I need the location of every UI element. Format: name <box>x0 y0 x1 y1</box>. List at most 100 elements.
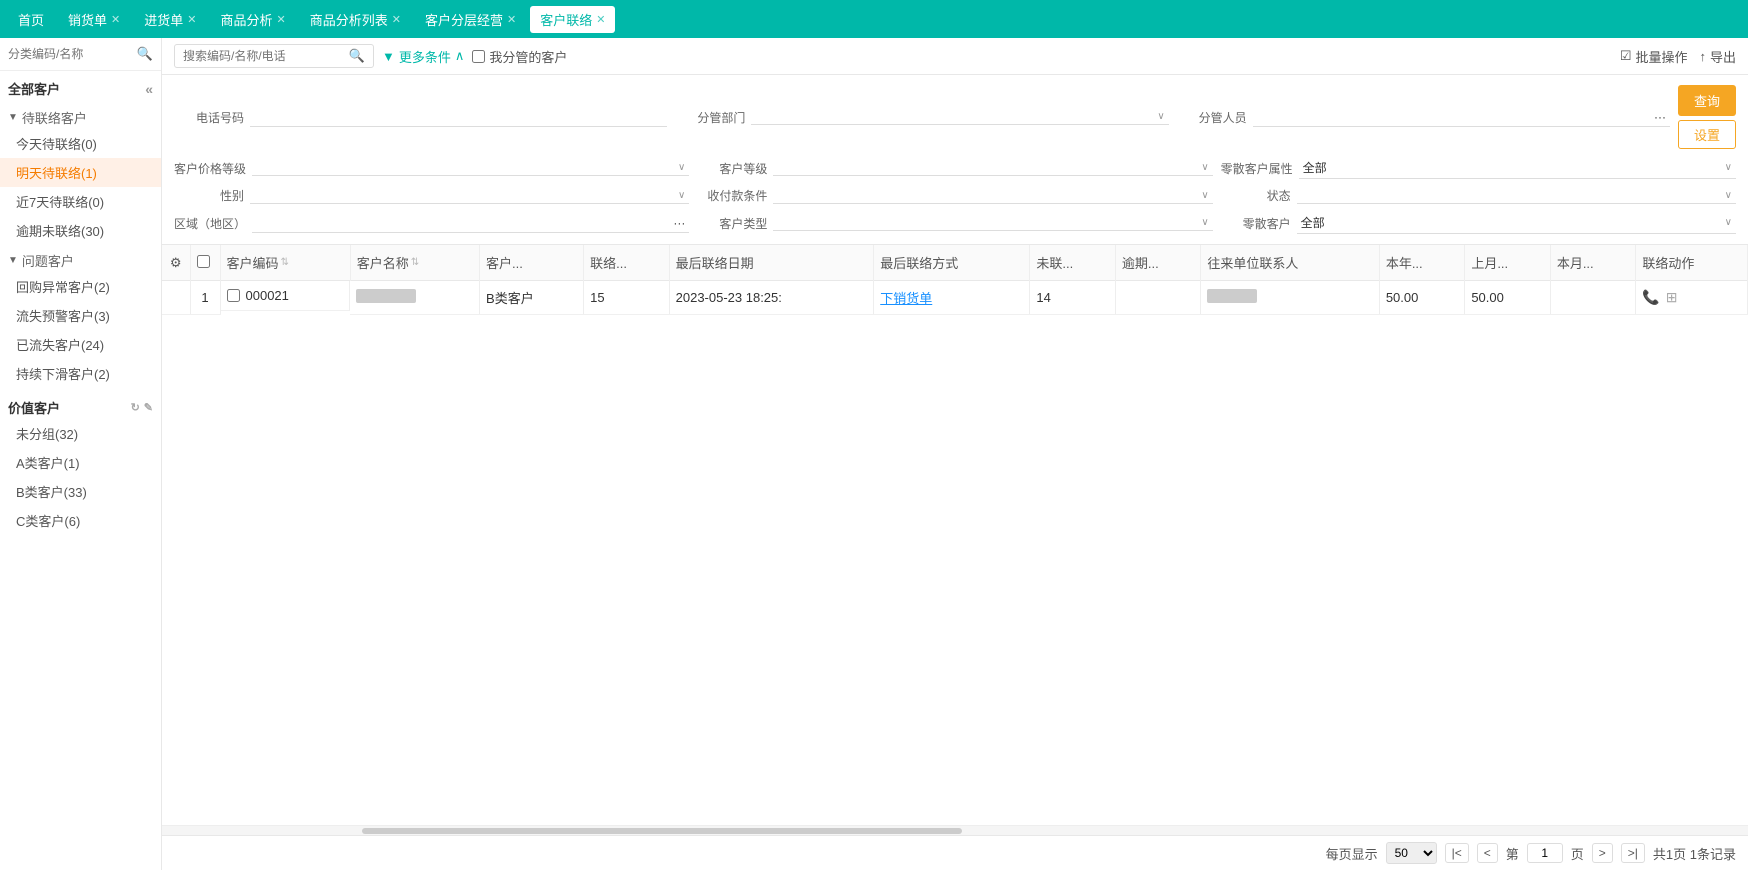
payment-select[interactable]: ∨ <box>773 188 1212 204</box>
next-page-btn[interactable]: > <box>1592 843 1613 863</box>
nav-product-analysis[interactable]: 商品分析 ✕ <box>210 6 295 33</box>
per-page-select[interactable]: 50 100 200 <box>1386 842 1437 864</box>
row-customer-name <box>350 281 479 315</box>
row-action-more-icon[interactable]: ⊞ <box>1666 289 1678 306</box>
col-last-month: 上月... <box>1465 245 1551 281</box>
sidebar-item-today[interactable]: 今天待联络(0) <box>0 129 161 158</box>
sidebar-group-value[interactable]: 价值客户 ↻ ✎ <box>0 392 161 419</box>
row-last-contact-method: 下销货单 <box>874 281 1030 315</box>
page-number-input[interactable] <box>1527 843 1563 863</box>
horizontal-scrollbar[interactable] <box>162 825 1748 835</box>
region-dots[interactable]: ··· <box>673 216 685 230</box>
batch-action-btn[interactable]: ☑ 批量操作 <box>1620 47 1688 66</box>
first-page-btn[interactable]: |< <box>1445 843 1469 863</box>
nav-purchase-order[interactable]: 进货单 ✕ <box>134 6 206 33</box>
row-this-month <box>1550 281 1636 315</box>
sidebar-item-tomorrow[interactable]: 明天待联络(1) <box>0 158 161 187</box>
prev-page-btn[interactable]: < <box>1477 843 1498 863</box>
sort-icon-name[interactable]: ⇅ <box>411 257 419 268</box>
sidebar-item-declining[interactable]: 持续下滑客户(2) <box>0 359 161 388</box>
scrollbar-thumb[interactable] <box>362 828 962 834</box>
filter-icon: ▼ <box>382 49 395 64</box>
region-select[interactable]: ··· <box>252 214 689 233</box>
filter-panel: 电话号码 分管部门 ∨ 分管人员 ··· <box>162 75 1748 245</box>
set-button[interactable]: 设置 <box>1678 120 1736 149</box>
row-checkbox[interactable] <box>227 289 240 302</box>
customer-type-select[interactable]: ∨ <box>773 215 1212 231</box>
sidebar-search-input[interactable] <box>8 47 133 61</box>
retail-attr-label: 零散客户属性 <box>1221 160 1293 177</box>
nav-customer-tiered[interactable]: 客户分层经营 ✕ <box>415 6 526 33</box>
manager-dots[interactable]: ··· <box>1654 110 1666 124</box>
my-customers-checkbox-label[interactable]: 我分管的客户 <box>472 47 567 66</box>
customer-level-select[interactable]: ∨ <box>773 160 1212 176</box>
nav-customer-contact[interactable]: 客户联络 ✕ <box>530 6 615 33</box>
retail-attr-select[interactable]: 全部 ∨ <box>1299 157 1736 179</box>
nav-home[interactable]: 首页 <box>8 6 54 33</box>
sidebar-group-problem[interactable]: ▼ 问题客户 <box>0 245 161 272</box>
sidebar-group-pending[interactable]: ▼ 待联络客户 <box>0 102 161 129</box>
query-button[interactable]: 查询 <box>1678 85 1736 116</box>
col-customer-name: 客户名称 ⇅ <box>350 245 479 281</box>
nav-product-analysis-list[interactable]: 商品分析列表 ✕ <box>300 6 411 33</box>
nav-close-purchase-order[interactable]: ✕ <box>187 13 196 26</box>
customer-level-label: 客户等级 <box>697 160 767 177</box>
phone-input[interactable] <box>250 108 667 127</box>
total-records: 共1页 1条记录 <box>1653 844 1736 863</box>
nav-sales-order[interactable]: 销货单 ✕ <box>58 6 130 33</box>
sidebar-item-abnormal-repurchase[interactable]: 回购异常客户(2) <box>0 272 161 301</box>
edit-value-icon[interactable]: ✎ <box>144 401 153 414</box>
status-label: 状态 <box>1221 187 1291 204</box>
filter-price-level: 客户价格等级 ∨ <box>174 160 689 177</box>
search-icon[interactable]: 🔍 <box>349 48 365 64</box>
sidebar-collapse-btn[interactable]: « <box>145 81 153 97</box>
sidebar-item-class-a[interactable]: A类客户(1) <box>0 448 161 477</box>
manager-select[interactable]: ··· <box>1253 108 1670 127</box>
price-level-label: 客户价格等级 <box>174 160 246 177</box>
sort-icon-code[interactable]: ⇅ <box>281 257 289 268</box>
gender-select[interactable]: ∨ <box>250 188 689 204</box>
row-action-phone-icon[interactable]: 📞 <box>1642 289 1659 306</box>
gender-chevron-icon: ∨ <box>678 190 685 201</box>
sidebar-item-class-b[interactable]: B类客户(33) <box>0 477 161 506</box>
row-num: 1 <box>190 281 220 315</box>
sidebar-item-overdue[interactable]: 逾期未联络(30) <box>0 216 161 245</box>
filter-region: 区域（地区） ··· <box>174 214 689 233</box>
price-level-select[interactable]: ∨ <box>252 160 689 176</box>
retail-customer-select[interactable]: 全部 ∨ <box>1297 212 1736 234</box>
gear-icon[interactable]: ⚙ <box>170 255 182 270</box>
row-contact-count: 15 <box>584 281 670 315</box>
filter-row-1: 电话号码 分管部门 ∨ 分管人员 ··· <box>174 85 1736 149</box>
status-select[interactable]: ∨ <box>1297 188 1736 204</box>
my-customers-checkbox[interactable] <box>472 50 485 63</box>
nav-close-customer-tiered[interactable]: ✕ <box>507 13 516 26</box>
filter-manager: 分管人员 ··· <box>1177 108 1670 127</box>
sidebar-item-class-c[interactable]: C类客户(6) <box>0 506 161 535</box>
dept-select[interactable]: ∨ <box>751 109 1168 125</box>
export-btn[interactable]: ↑ 导出 <box>1699 47 1736 66</box>
nav-close-product-analysis[interactable]: ✕ <box>277 13 286 26</box>
sidebar-item-churned[interactable]: 已流失客户(24) <box>0 330 161 359</box>
content-area: 🔍 ▼ 更多条件 ∧ 我分管的客户 ☑ 批量操作 ↑ 导出 <box>162 38 1748 870</box>
last-contact-method-link[interactable]: 下销货单 <box>880 291 932 306</box>
nav-close-customer-contact[interactable]: ✕ <box>596 13 605 26</box>
nav-close-sales-order[interactable]: ✕ <box>111 13 120 26</box>
sidebar-item-unclassified[interactable]: 未分组(32) <box>0 419 161 448</box>
more-conditions-btn[interactable]: ▼ 更多条件 ∧ <box>382 47 464 66</box>
sidebar-item-7days[interactable]: 近7天待联络(0) <box>0 187 161 216</box>
filter-status: 状态 ∨ <box>1221 187 1736 204</box>
select-all-checkbox[interactable] <box>197 255 210 268</box>
customer-type-label: 客户类型 <box>697 215 767 232</box>
retail-customer-chevron-icon: ∨ <box>1725 217 1732 228</box>
nav-close-product-analysis-list[interactable]: ✕ <box>392 13 401 26</box>
sidebar-search-icon[interactable]: 🔍 <box>137 46 153 62</box>
sidebar-item-churn-warning[interactable]: 流失预警客户(3) <box>0 301 161 330</box>
last-page-btn[interactable]: >| <box>1621 843 1645 863</box>
table-header-row: ⚙ 客户编码 ⇅ 客户名称 <box>162 245 1748 281</box>
row-last-month: 50.00 <box>1465 281 1551 315</box>
refresh-value-icon[interactable]: ↻ <box>131 401 140 414</box>
customer-type-chevron-icon: ∨ <box>1201 217 1208 228</box>
main-search-input[interactable] <box>183 49 345 63</box>
col-checkbox <box>190 245 220 281</box>
footer: 每页显示 50 100 200 |< < 第 页 > >| 共1页 1条记录 <box>162 835 1748 870</box>
